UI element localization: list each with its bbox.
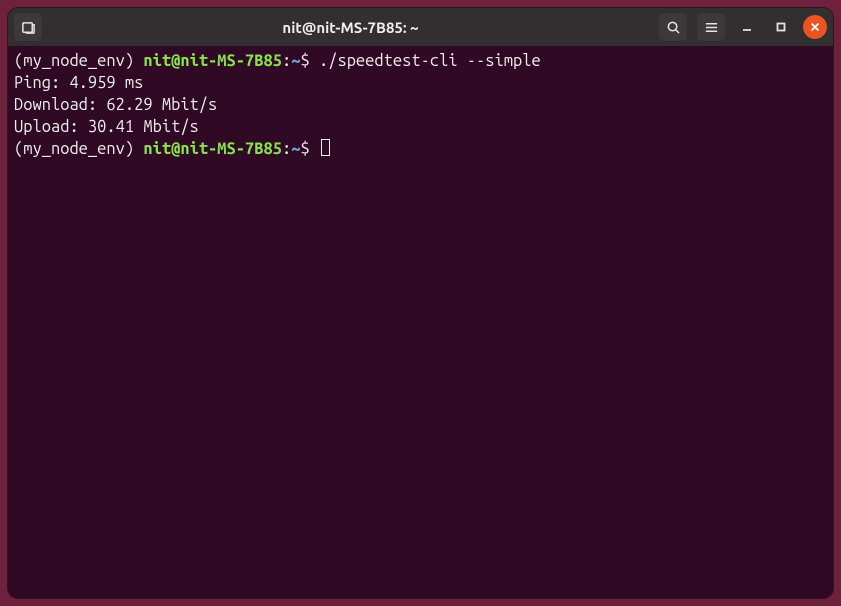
window-title: nit@nit-MS-7B85: ~ xyxy=(48,19,653,36)
prompt-line-2: (my_node_env) nit@nit-MS-7B85:~$ xyxy=(14,138,827,160)
user-host: nit@nit-MS-7B85 xyxy=(143,140,282,158)
close-button[interactable] xyxy=(803,15,827,39)
output-upload: Upload: 30.41 Mbit/s xyxy=(14,116,827,138)
command-text: ./speedtest-cli --simple xyxy=(319,52,541,70)
minimize-button[interactable] xyxy=(735,15,759,39)
terminal-body[interactable]: (my_node_env) nit@nit-MS-7B85:~$ ./speed… xyxy=(8,46,833,598)
minimize-icon xyxy=(742,22,752,32)
virtualenv-label: (my_node_env) xyxy=(14,52,143,70)
hamburger-icon xyxy=(704,20,719,35)
cursor xyxy=(321,139,330,156)
output-ping: Ping: 4.959 ms xyxy=(14,72,827,94)
search-button[interactable] xyxy=(659,13,687,41)
new-tab-icon xyxy=(21,20,36,35)
search-icon xyxy=(666,20,681,35)
colon: : xyxy=(282,52,291,70)
titlebar-left xyxy=(14,13,42,41)
maximize-button[interactable] xyxy=(769,15,793,39)
titlebar-right xyxy=(659,13,827,41)
maximize-icon xyxy=(776,22,786,32)
menu-button[interactable] xyxy=(697,13,725,41)
prompt-symbol: $ xyxy=(300,140,318,158)
new-tab-button[interactable] xyxy=(14,13,42,41)
terminal-window: nit@nit-MS-7B85: ~ xyxy=(8,8,833,598)
output-download: Download: 62.29 Mbit/s xyxy=(14,94,827,116)
virtualenv-label: (my_node_env) xyxy=(14,140,143,158)
close-icon xyxy=(810,22,820,32)
user-host: nit@nit-MS-7B85 xyxy=(143,52,282,70)
prompt-symbol: $ xyxy=(300,52,318,70)
prompt-line-1: (my_node_env) nit@nit-MS-7B85:~$ ./speed… xyxy=(14,50,827,72)
colon: : xyxy=(282,140,291,158)
titlebar: nit@nit-MS-7B85: ~ xyxy=(8,8,833,46)
